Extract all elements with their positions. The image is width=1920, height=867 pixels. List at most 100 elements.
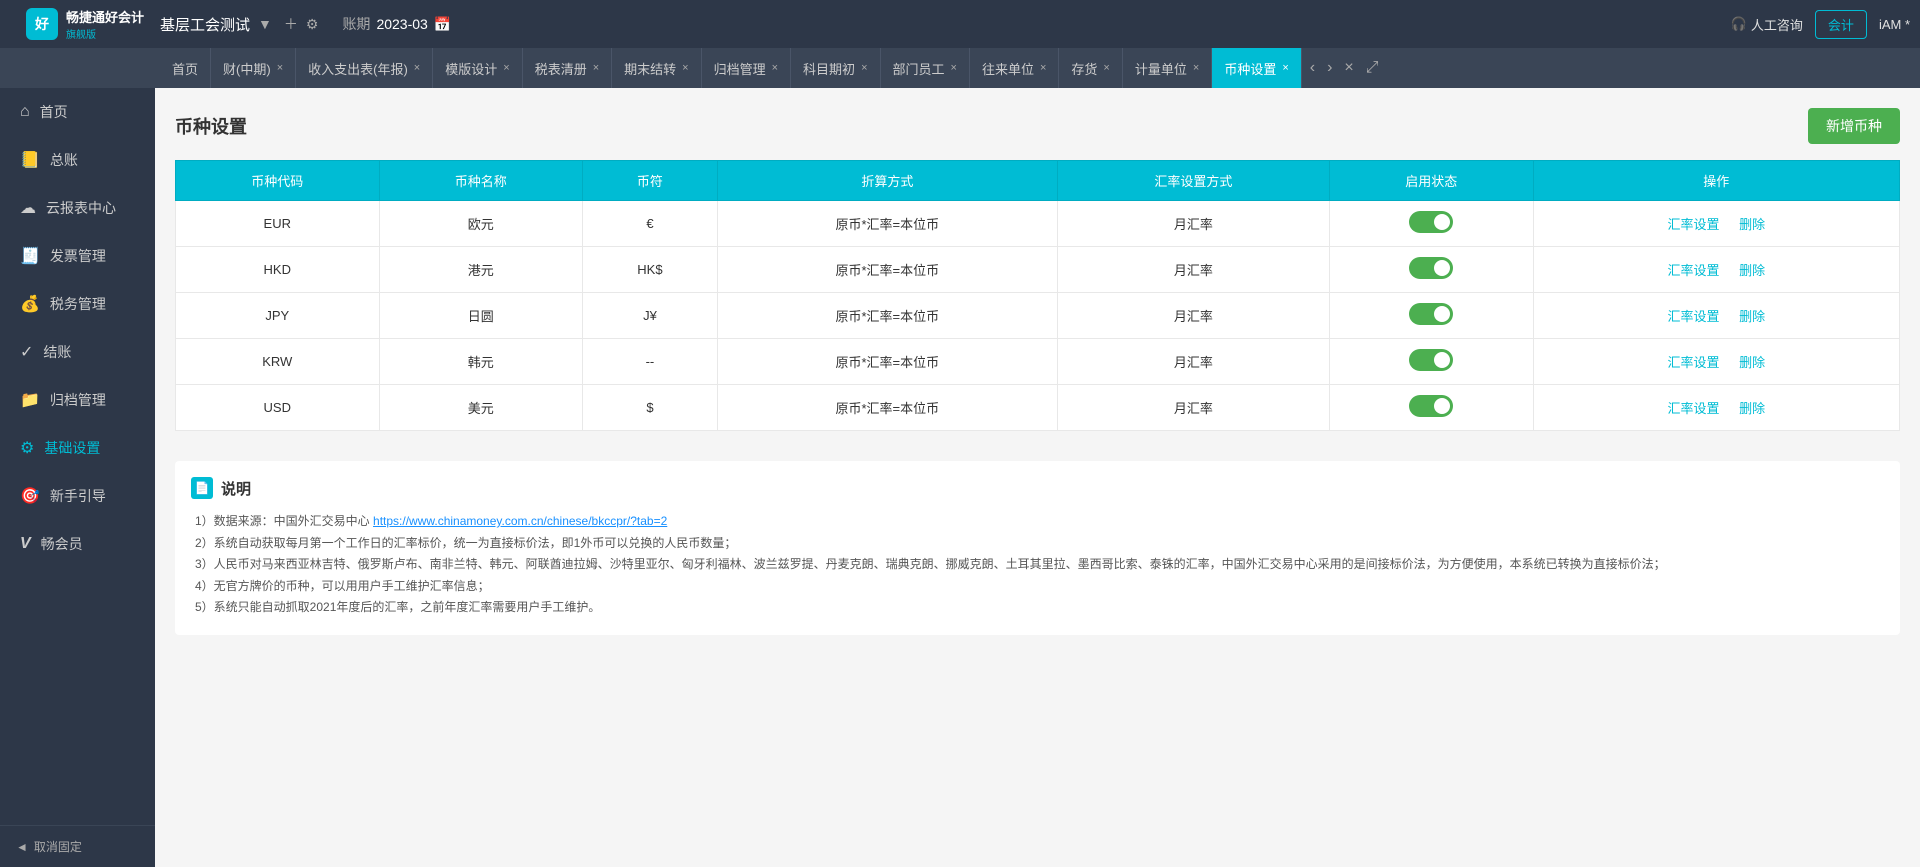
- cell-action-1: 汇率设置 删除: [1533, 247, 1899, 293]
- tab-archive-label: 归档管理: [714, 59, 766, 78]
- tab-finance[interactable]: 财(中期) ×: [211, 48, 296, 88]
- tab-finance-close[interactable]: ×: [277, 62, 283, 74]
- sidebar-item-checkout[interactable]: ✓ 结账: [0, 328, 155, 376]
- delete-link-4[interactable]: 删除: [1739, 401, 1765, 416]
- sidebar-item-archive[interactable]: 📁 归档管理: [0, 376, 155, 424]
- page-title: 币种设置: [175, 113, 247, 139]
- table-row: USD 美元 $ 原币*汇率=本位币 月汇率 汇率设置 删除: [176, 385, 1900, 431]
- tab-unit-close[interactable]: ×: [1193, 62, 1199, 74]
- tab-subject-close[interactable]: ×: [861, 62, 867, 74]
- logo-sub: 旗舰版: [66, 26, 144, 41]
- project-add-icon[interactable]: ＋: [284, 14, 298, 34]
- sidebar-item-home-label: 首页: [40, 102, 68, 122]
- cell-name-3: 韩元: [379, 339, 583, 385]
- notes-item: 5）系统只能自动抓取2021年度后的汇率，之前年度汇率需要用户手工维护。: [191, 597, 1884, 619]
- toggle-3[interactable]: [1409, 349, 1453, 371]
- tab-tax-close[interactable]: ×: [593, 62, 599, 74]
- tab-dept[interactable]: 部门员工 ×: [881, 48, 970, 88]
- tab-tax[interactable]: 税表清册 ×: [523, 48, 612, 88]
- col-symbol: 币符: [583, 161, 718, 201]
- tab-subject[interactable]: 科目期初 ×: [791, 48, 880, 88]
- rate-setting-link-2[interactable]: 汇率设置: [1667, 309, 1719, 324]
- delete-link-0[interactable]: 删除: [1739, 217, 1765, 232]
- page-header: 币种设置 新增币种: [175, 108, 1900, 144]
- tab-partner-close[interactable]: ×: [1040, 62, 1046, 74]
- cell-action-2: 汇率设置 删除: [1533, 293, 1899, 339]
- tab-template[interactable]: 模版设计 ×: [433, 48, 522, 88]
- tab-currency[interactable]: 币种设置 ×: [1212, 48, 1301, 88]
- sidebar-item-invoice[interactable]: 🧾 发票管理: [0, 232, 155, 280]
- cell-code-4: USD: [176, 385, 380, 431]
- toggle-4[interactable]: [1409, 395, 1453, 417]
- cell-rate-method-3: 月汇率: [1057, 339, 1329, 385]
- tab-home[interactable]: 首页: [160, 48, 211, 88]
- rate-setting-link-3[interactable]: 汇率设置: [1667, 355, 1719, 370]
- archive-icon: 📁: [20, 390, 40, 410]
- notes-section: 📄 说明 1）数据来源：中国外汇交易中心 https://www.chinamo…: [175, 461, 1900, 635]
- tab-prev-btn[interactable]: ‹: [1306, 59, 1319, 77]
- tab-currency-close[interactable]: ×: [1282, 62, 1288, 74]
- rate-setting-link-0[interactable]: 汇率设置: [1667, 217, 1719, 232]
- tab-archive-close[interactable]: ×: [772, 62, 778, 74]
- header-right: 🎧 人工咨询 会计 iAM *: [1731, 10, 1910, 39]
- cell-method-1: 原币*汇率=本位币: [717, 247, 1057, 293]
- col-status: 启用状态: [1330, 161, 1534, 201]
- sidebar-item-basic[interactable]: ⚙ 基础设置: [0, 424, 155, 472]
- delete-link-3[interactable]: 删除: [1739, 355, 1765, 370]
- sidebar-pin-btn[interactable]: ◄ 取消固定: [0, 825, 155, 867]
- tab-finance-label: 财(中期): [223, 59, 271, 78]
- delete-link-1[interactable]: 删除: [1739, 263, 1765, 278]
- period-value: 2023-03: [376, 16, 427, 32]
- tab-archive[interactable]: 归档管理 ×: [702, 48, 791, 88]
- delete-link-2[interactable]: 删除: [1739, 309, 1765, 324]
- sidebar-item-report[interactable]: ☁ 云报表中心: [0, 184, 155, 232]
- tab-close-all-btn[interactable]: ×: [1340, 59, 1357, 77]
- notes-link[interactable]: https://www.chinamoney.com.cn/chinese/bk…: [373, 514, 667, 528]
- project-dropdown-icon[interactable]: ▼: [258, 16, 272, 32]
- calendar-icon[interactable]: 📅: [434, 16, 451, 33]
- home-icon: ⌂: [20, 103, 30, 121]
- cell-method-3: 原币*汇率=本位币: [717, 339, 1057, 385]
- member-icon: V: [20, 535, 31, 553]
- cell-status-0: [1330, 201, 1534, 247]
- cell-symbol-4: $: [583, 385, 718, 431]
- customer-service-btn[interactable]: 🎧 人工咨询: [1731, 15, 1803, 34]
- table-row: KRW 韩元 -- 原币*汇率=本位币 月汇率 汇率设置 删除: [176, 339, 1900, 385]
- tab-dept-close[interactable]: ×: [951, 62, 957, 74]
- sidebar-item-member[interactable]: V 畅会员: [0, 520, 155, 568]
- tab-template-label: 模版设计: [445, 59, 497, 78]
- project-settings-icon[interactable]: ⚙: [306, 16, 319, 33]
- tab-partner-label: 往来单位: [982, 59, 1034, 78]
- cell-method-0: 原币*汇率=本位币: [717, 201, 1057, 247]
- cell-action-4: 汇率设置 删除: [1533, 385, 1899, 431]
- toggle-2[interactable]: [1409, 303, 1453, 325]
- new-currency-button[interactable]: 新增币种: [1808, 108, 1900, 144]
- tab-period-end[interactable]: 期末结转 ×: [612, 48, 701, 88]
- tab-income[interactable]: 收入支出表(年报) ×: [296, 48, 433, 88]
- notes-item: 3）人民币对马来西亚林吉特、俄罗斯卢布、南非兰特、韩元、阿联酋迪拉姆、沙特里亚尔…: [191, 554, 1884, 576]
- tab-inventory-close[interactable]: ×: [1103, 62, 1109, 74]
- sidebar-item-tax[interactable]: 💰 税务管理: [0, 280, 155, 328]
- col-method: 折算方式: [717, 161, 1057, 201]
- tab-bar: 首页 财(中期) × 收入支出表(年报) × 模版设计 × 税表清册 × 期末结…: [0, 48, 1920, 88]
- rate-setting-link-4[interactable]: 汇率设置: [1667, 401, 1719, 416]
- account-button[interactable]: 会计: [1815, 10, 1867, 39]
- toggle-0[interactable]: [1409, 211, 1453, 233]
- tab-inventory[interactable]: 存货 ×: [1059, 48, 1122, 88]
- sidebar-item-home[interactable]: ⌂ 首页: [0, 88, 155, 136]
- tab-period-end-close[interactable]: ×: [682, 62, 688, 74]
- col-action: 操作: [1533, 161, 1899, 201]
- tab-unit[interactable]: 计量单位 ×: [1123, 48, 1212, 88]
- tab-partner[interactable]: 往来单位 ×: [970, 48, 1059, 88]
- tab-expand-btn[interactable]: ⤢: [1362, 59, 1383, 77]
- sidebar-item-guide[interactable]: 🎯 新手引导: [0, 472, 155, 520]
- headset-icon: 🎧: [1731, 16, 1747, 32]
- cell-status-2: [1330, 293, 1534, 339]
- toggle-1[interactable]: [1409, 257, 1453, 279]
- pin-label: 取消固定: [34, 838, 82, 855]
- tab-template-close[interactable]: ×: [503, 62, 509, 74]
- sidebar-item-ledger[interactable]: 📒 总账: [0, 136, 155, 184]
- rate-setting-link-1[interactable]: 汇率设置: [1667, 263, 1719, 278]
- tab-next-btn[interactable]: ›: [1323, 59, 1336, 77]
- tab-income-close[interactable]: ×: [414, 62, 420, 74]
